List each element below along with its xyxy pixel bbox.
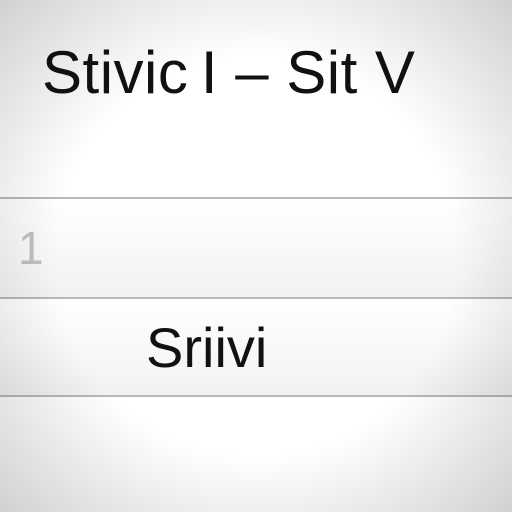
list: 1 Sriivi: [0, 197, 512, 397]
row-label: Sriivi: [146, 315, 267, 380]
list-item[interactable]: Sriivi: [0, 297, 512, 397]
row-index: 1: [18, 221, 44, 275]
page-title: Stivic I – Sit V: [0, 0, 512, 107]
list-item[interactable]: 1: [0, 197, 512, 297]
